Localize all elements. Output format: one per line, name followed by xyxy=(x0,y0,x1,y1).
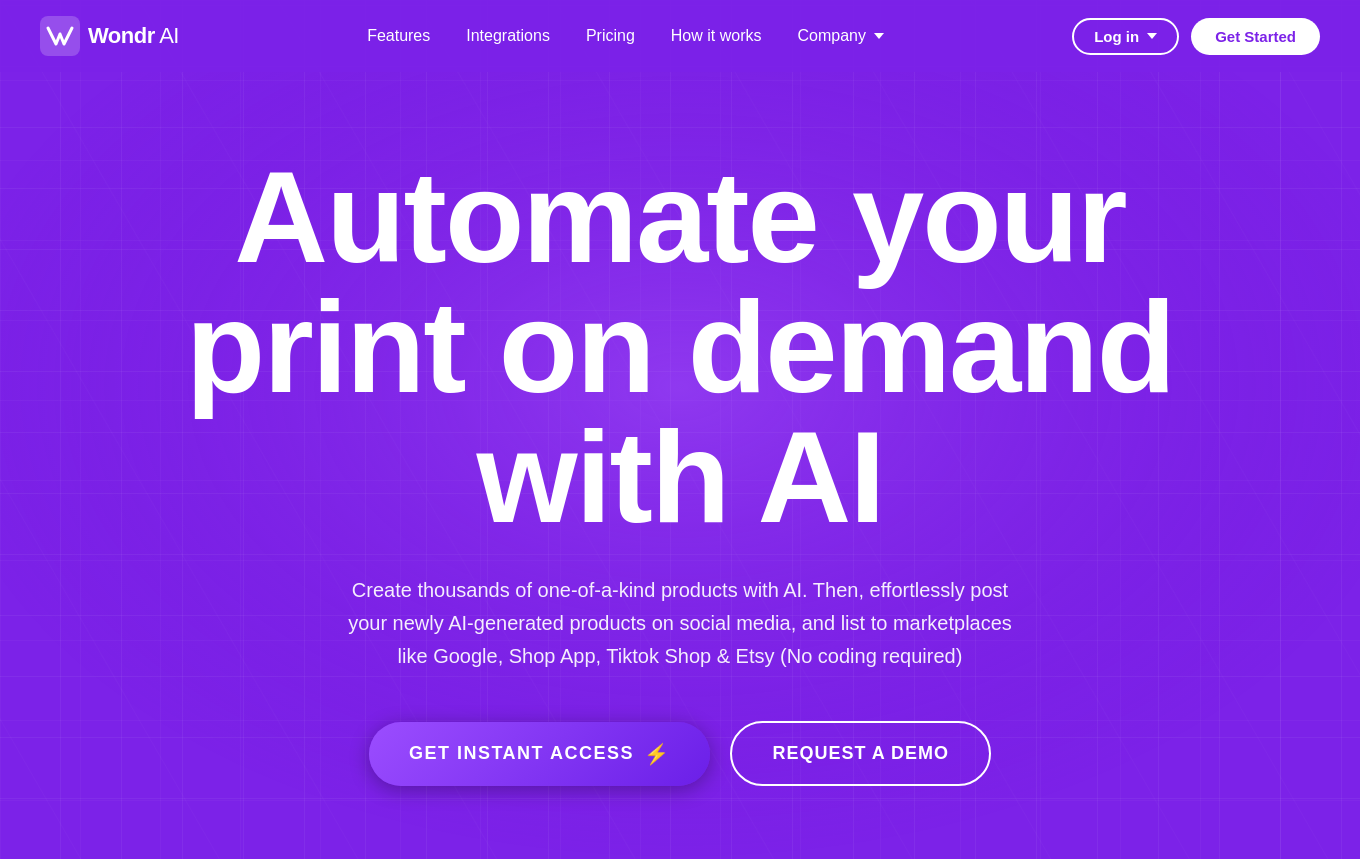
logo-icon xyxy=(40,16,80,56)
request-demo-button[interactable]: REQUEST A DEMO xyxy=(730,721,991,786)
nav-integrations[interactable]: Integrations xyxy=(466,27,550,45)
login-chevron-icon xyxy=(1147,33,1157,39)
hero-cta-group: GET INSTANT ACCESS ⚡ REQUEST A DEMO xyxy=(369,721,991,786)
nav-pricing[interactable]: Pricing xyxy=(586,27,635,45)
nav-company-dropdown[interactable]: Company xyxy=(797,27,883,45)
navbar: Wondr AI Features Integrations Pricing H… xyxy=(0,0,1360,72)
brand-name: Wondr AI xyxy=(88,23,179,49)
hero-subtitle: Create thousands of one-of-a-kind produc… xyxy=(340,574,1020,673)
chevron-down-icon xyxy=(874,33,884,39)
get-started-button[interactable]: Get Started xyxy=(1191,18,1320,55)
nav-links: Features Integrations Pricing How it wor… xyxy=(367,27,884,45)
login-button[interactable]: Log in xyxy=(1072,18,1179,55)
nav-actions: Log in Get Started xyxy=(1072,18,1320,55)
lightning-icon: ⚡ xyxy=(644,742,671,766)
hero-section: Automate your print on demand with AI Cr… xyxy=(0,72,1360,846)
get-instant-access-button[interactable]: GET INSTANT ACCESS ⚡ xyxy=(369,722,711,786)
instant-access-label: GET INSTANT ACCESS xyxy=(409,743,634,764)
nav-company-label: Company xyxy=(797,27,865,45)
hero-title: Automate your print on demand with AI xyxy=(186,152,1174,542)
logo-container[interactable]: Wondr AI xyxy=(40,16,179,56)
nav-how-it-works[interactable]: How it works xyxy=(671,27,762,45)
nav-features[interactable]: Features xyxy=(367,27,430,45)
